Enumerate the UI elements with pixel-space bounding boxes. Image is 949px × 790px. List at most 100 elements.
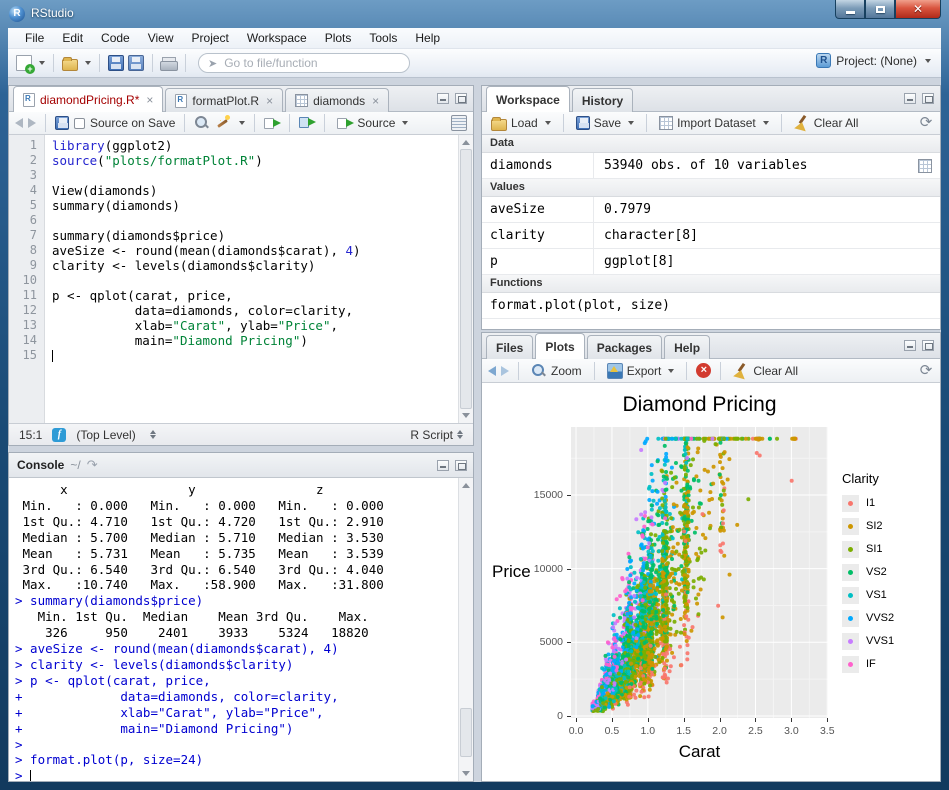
tab-workspace[interactable]: Workspace (486, 86, 570, 112)
source-button[interactable]: Source (334, 114, 411, 132)
goto-file-input[interactable] (222, 55, 400, 71)
x-tick-mark (755, 718, 756, 722)
object-row-p[interactable]: pggplot[8] (482, 249, 940, 275)
save-button[interactable] (108, 55, 124, 71)
compile-notebook-icon[interactable] (451, 115, 467, 131)
scroll-down-icon[interactable] (462, 771, 470, 776)
close-button[interactable]: ✕ (895, 0, 941, 19)
menu-item-view[interactable]: View (139, 29, 183, 47)
tab-help[interactable]: Help (664, 335, 710, 359)
menu-item-plots[interactable]: Plots (316, 29, 361, 47)
scroll-up-icon[interactable] (462, 140, 470, 145)
tab-packages[interactable]: Packages (587, 335, 662, 359)
menu-item-edit[interactable]: Edit (53, 29, 92, 47)
open-file-button[interactable] (62, 59, 78, 71)
tab-plots[interactable]: Plots (535, 333, 584, 359)
code-editor[interactable]: 123456789101112131415 library(ggplot2)so… (9, 135, 473, 423)
print-button[interactable] (161, 57, 177, 73)
view-data-icon[interactable] (918, 159, 932, 173)
minimize-button[interactable] (835, 0, 865, 19)
scrollbar-thumb[interactable] (460, 708, 472, 756)
source-run-icon (337, 116, 353, 132)
file-type-label[interactable]: R Script (410, 428, 453, 442)
close-tab-icon[interactable]: × (146, 93, 153, 107)
goto-directory-icon[interactable]: ↷ (87, 457, 98, 473)
scroll-up-icon[interactable] (462, 483, 470, 488)
tab-diamondpricing-r-[interactable]: diamondPricing.R*× (13, 86, 163, 112)
code-line (52, 348, 458, 363)
find-icon[interactable] (194, 115, 210, 131)
tab-diamonds[interactable]: diamonds× (285, 88, 389, 112)
menu-item-project[interactable]: Project (183, 29, 238, 47)
project-menu[interactable]: R Project: (None) (816, 53, 931, 68)
clear-workspace-button[interactable]: Clear All (791, 114, 862, 132)
next-plot-icon[interactable] (501, 366, 509, 376)
new-file-button[interactable]: + (16, 55, 32, 71)
tab-files[interactable]: Files (486, 335, 533, 359)
object-row-format-plot-plot-size-[interactable]: format.plot(plot, size) (482, 293, 940, 319)
scope-label[interactable]: (Top Level) (76, 428, 135, 442)
code-tools-icon[interactable] (215, 115, 231, 131)
run-icon[interactable] (264, 116, 280, 132)
object-row-aveSize[interactable]: aveSize0.7979 (482, 197, 940, 223)
remove-plot-icon[interactable]: × (696, 363, 711, 378)
editor-scrollbar[interactable] (458, 135, 473, 423)
legend-label: VVS1 (866, 635, 894, 647)
import-dataset-button[interactable]: Import Dataset (656, 115, 772, 131)
tab-history[interactable]: History (572, 88, 633, 112)
new-file-dropdown[interactable] (39, 61, 45, 65)
object-name: format.plot(plot, size) (482, 293, 940, 318)
code-line: source("plots/formatPlot.R") (52, 153, 458, 168)
pane-maximize-icon[interactable] (922, 340, 934, 351)
menu-item-code[interactable]: Code (92, 29, 139, 47)
clear-plots-button[interactable]: Clear All (730, 362, 801, 380)
save-doc-icon[interactable] (55, 116, 69, 130)
menu-item-file[interactable]: File (16, 29, 53, 47)
y-tick-label: 5000 (515, 636, 563, 648)
scrollbar-thumb[interactable] (460, 149, 472, 409)
menu-item-help[interactable]: Help (406, 29, 449, 47)
close-tab-icon[interactable]: × (372, 94, 379, 108)
rerun-icon[interactable] (299, 115, 315, 131)
title-bar[interactable]: R RStudio ✕ (0, 0, 949, 28)
pane-maximize-icon[interactable] (922, 93, 934, 104)
maximize-icon (876, 6, 885, 13)
code-text[interactable]: library(ggplot2)source("plots/formatPlot… (46, 135, 458, 423)
goto-file-box[interactable]: ➤ (198, 53, 410, 73)
back-icon[interactable] (15, 118, 23, 128)
console-scrollbar[interactable] (458, 478, 473, 781)
open-file-dropdown[interactable] (85, 61, 91, 65)
zoom-plot-button[interactable]: Zoom (528, 362, 585, 380)
source-on-save-checkbox[interactable] (74, 118, 85, 129)
close-tab-icon[interactable]: × (266, 94, 273, 108)
scroll-down-icon[interactable] (462, 413, 470, 418)
console-output[interactable]: x y z Min. : 0.000 Min. : 0.000 Min. : 0… (9, 478, 458, 781)
pane-maximize-icon[interactable] (455, 93, 467, 104)
load-workspace-button[interactable]: Load (488, 115, 554, 131)
object-row-clarity[interactable]: claritycharacter[8] (482, 223, 940, 249)
x-tick-mark (791, 718, 792, 722)
x-tick-mark (720, 718, 721, 722)
refresh-icon[interactable]: ⟳ (918, 363, 934, 379)
legend-dot (848, 662, 853, 667)
pane-minimize-icon[interactable] (437, 460, 449, 471)
tab-formatplot-r[interactable]: formatPlot.R× (165, 88, 283, 112)
scope-selector-icon[interactable] (150, 430, 156, 439)
maximize-button[interactable] (865, 0, 895, 19)
console-line: > aveSize <- round(mean(diamonds$carat),… (15, 641, 458, 657)
file-type-selector-icon[interactable] (457, 430, 463, 439)
pane-maximize-icon[interactable] (455, 460, 467, 471)
pane-minimize-icon[interactable] (904, 340, 916, 351)
save-workspace-button[interactable]: Save (573, 115, 637, 131)
pane-minimize-icon[interactable] (904, 93, 916, 104)
object-row-diamonds[interactable]: diamonds53940 obs. of 10 variables (482, 153, 940, 179)
export-plot-button[interactable]: Export (604, 362, 678, 380)
save-all-button[interactable] (128, 55, 144, 71)
code-tools-dropdown[interactable] (239, 121, 245, 125)
menu-item-tools[interactable]: Tools (360, 29, 406, 47)
menu-item-workspace[interactable]: Workspace (238, 29, 316, 47)
forward-icon[interactable] (28, 118, 36, 128)
pane-minimize-icon[interactable] (437, 93, 449, 104)
refresh-icon[interactable]: ⟳ (918, 115, 934, 131)
previous-plot-icon[interactable] (488, 366, 496, 376)
